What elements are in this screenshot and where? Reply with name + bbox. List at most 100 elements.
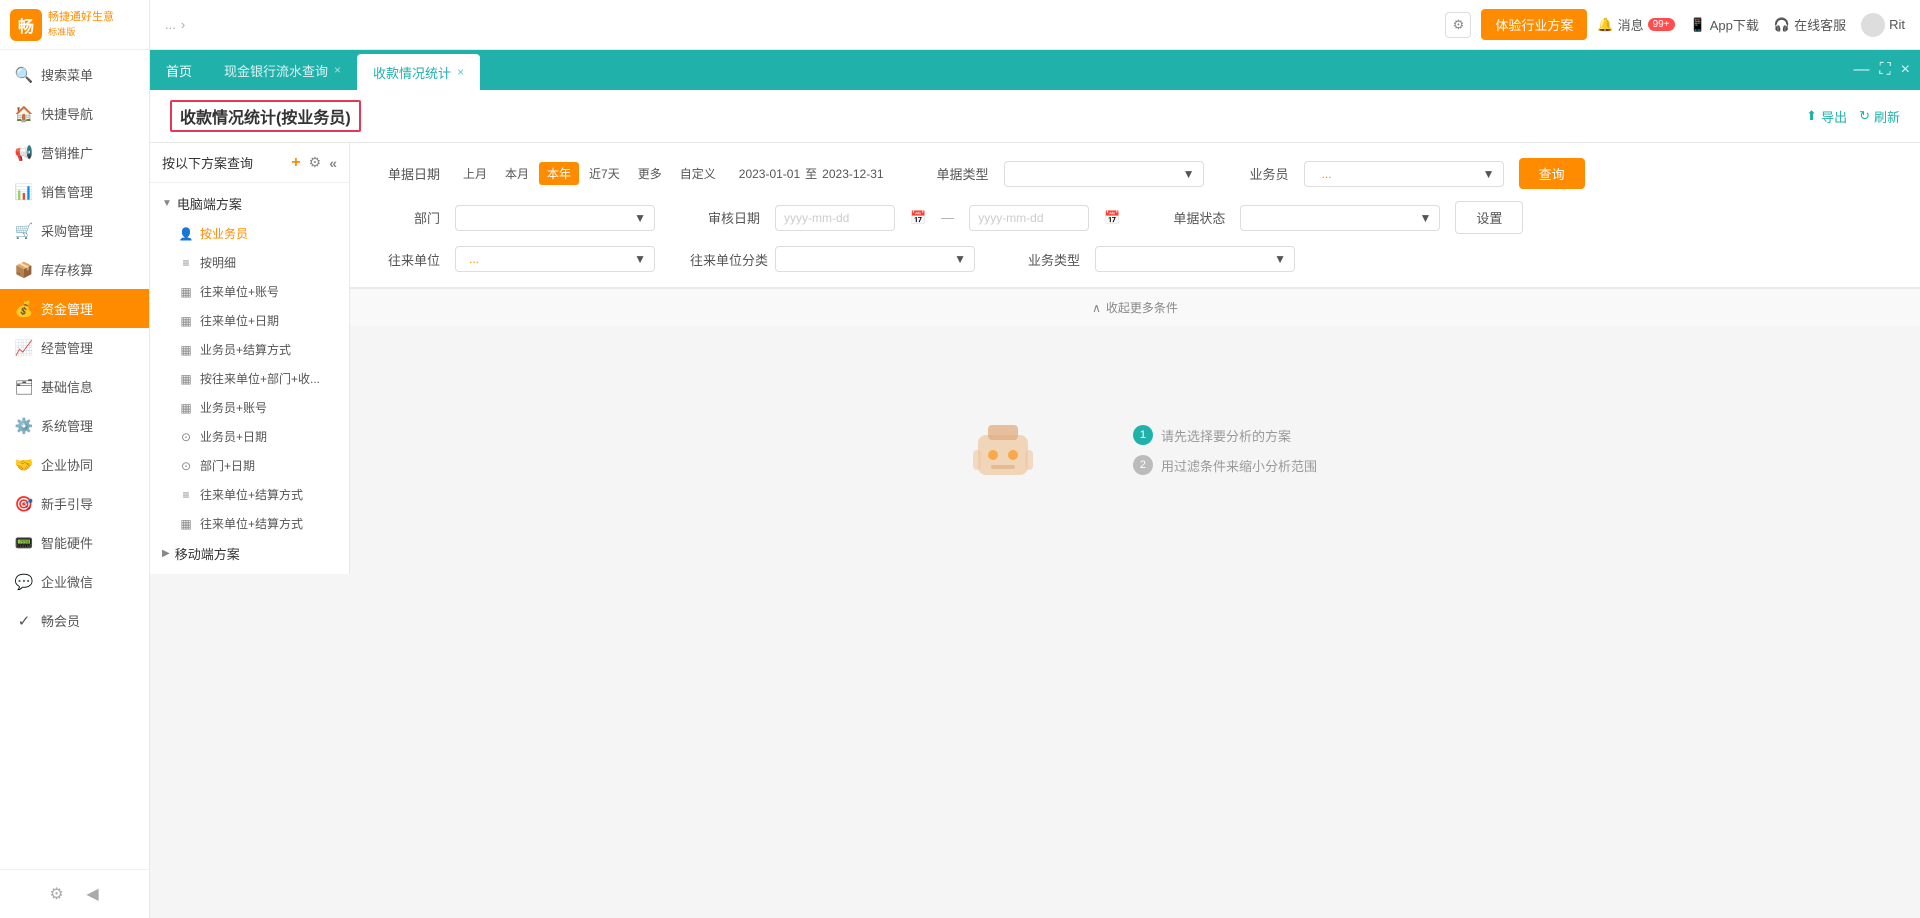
filter-row-1: 单据日期 上月本月本年近7天更多自定义 2023-01-01 至 2023-12…: [370, 158, 1900, 189]
scheme-item-partner_date[interactable]: ▦往来单位+日期: [150, 306, 349, 335]
online-service-btn[interactable]: 🎧 在线客服: [1774, 15, 1846, 34]
empty-state: 1 请先选择要分析的方案 2 用过滤条件来缩小分析范围: [350, 326, 1920, 574]
tab-bank[interactable]: 现金银行流水查询×: [208, 50, 357, 90]
scheme-item-salesperson_date[interactable]: ⊙业务员+日期: [150, 422, 349, 451]
page-actions: ⬆ 导出 ↻ 刷新: [1806, 107, 1900, 126]
filter-row-2: 部门 ▼ 审核日期 yyyy-mm-dd 📅 — yyyy-mm-dd: [370, 201, 1900, 234]
scheme-item-partner_settle2[interactable]: ▦往来单位+结算方式: [150, 509, 349, 538]
export-icon: ⬆: [1806, 108, 1817, 124]
tab-close-receipt[interactable]: ×: [457, 65, 464, 79]
scheme-icon-by_salesperson: 👤: [178, 226, 194, 242]
salesperson-more[interactable]: ...: [1322, 167, 1332, 181]
maximize-btn[interactable]: ⛶: [1879, 61, 1890, 79]
query-btn[interactable]: 查询: [1519, 158, 1585, 189]
salesperson-select[interactable]: ... ▼: [1304, 161, 1504, 187]
nav-icon-sales: 📊: [15, 183, 33, 201]
sidebar-item-wechat[interactable]: 💬企业微信: [0, 562, 149, 601]
mobile-scheme-title[interactable]: ▶移动端方案: [150, 538, 349, 569]
tab-close-bank[interactable]: ×: [334, 63, 341, 77]
date-dash: —: [941, 210, 954, 225]
date-tab-this_year[interactable]: 本年: [539, 162, 579, 185]
sidebar-item-system[interactable]: ⚙️系统管理: [0, 406, 149, 445]
step-2-text: 用过滤条件来缩小分析范围: [1161, 456, 1317, 475]
sidebar-item-inventory[interactable]: 📦库存核算: [0, 250, 149, 289]
desktop-scheme-title[interactable]: ▼电脑端方案: [150, 188, 349, 219]
add-scheme-btn[interactable]: +: [291, 154, 300, 172]
scheme-icon-partner_account: ▦: [178, 284, 194, 300]
doc-status-select[interactable]: ▼: [1240, 205, 1440, 231]
collapse-icon: ∧: [1092, 301, 1101, 315]
biz-type-select[interactable]: ▼: [1095, 246, 1295, 272]
window-close-btn[interactable]: ×: [1901, 61, 1910, 79]
tabs-window-controls: — ⛶ ×: [1853, 61, 1920, 79]
sidebar-item-guide[interactable]: 🎯新手引导: [0, 484, 149, 523]
export-btn[interactable]: ⬆ 导出: [1806, 107, 1847, 126]
sidebar-item-finance[interactable]: 💰资金管理: [0, 289, 149, 328]
nav-label-hardware: 智能硬件: [41, 533, 93, 552]
nav-label-system: 系统管理: [41, 416, 93, 435]
nav-icon-hardware: 📟: [15, 534, 33, 552]
scheme-settings-icon[interactable]: ⚙: [309, 154, 322, 171]
calendar-icon-from[interactable]: 📅: [910, 210, 926, 226]
scheme-item-partner_dept[interactable]: ▦按往来单位+部门+收...: [150, 364, 349, 393]
calendar-icon-to[interactable]: 📅: [1104, 210, 1120, 226]
doc-type-select[interactable]: ▼: [1004, 161, 1204, 187]
refresh-btn[interactable]: ↻ 刷新: [1859, 107, 1900, 126]
scheme-item-by_detail[interactable]: ≡按明细: [150, 248, 349, 277]
scheme-item-by_salesperson[interactable]: 👤按业务员: [150, 219, 349, 248]
date-range: 2023-01-01 至 2023-12-31: [739, 165, 884, 182]
sidebar-item-marketing[interactable]: 📢营销推广: [0, 133, 149, 172]
review-date-from[interactable]: yyyy-mm-dd: [775, 205, 895, 231]
date-tab-custom[interactable]: 自定义: [672, 162, 724, 185]
scheme-label-by_detail: 按明细: [200, 254, 236, 271]
collapse-sidebar-btn[interactable]: ◀: [79, 880, 107, 908]
sidebar-item-member[interactable]: ✓畅会员: [0, 601, 149, 640]
sidebar-item-search[interactable]: 🔍搜索菜单: [0, 55, 149, 94]
scheme-item-partner_account[interactable]: ▦往来单位+账号: [150, 277, 349, 306]
date-tab-more[interactable]: 更多: [630, 162, 670, 185]
user-name[interactable]: Rit: [1861, 13, 1905, 37]
scheme-item-dept_date[interactable]: ⊙部门+日期: [150, 451, 349, 480]
minimize-btn[interactable]: —: [1853, 61, 1869, 79]
tab-receipt[interactable]: 收款情况统计×: [357, 54, 480, 90]
sidebar-item-operation[interactable]: 📈经营管理: [0, 328, 149, 367]
date-tab-this_month[interactable]: 本月: [497, 162, 537, 185]
right-content: 单据日期 上月本月本年近7天更多自定义 2023-01-01 至 2023-12…: [350, 143, 1920, 574]
date-tab-last_month[interactable]: 上月: [455, 162, 495, 185]
set-btn[interactable]: 设置: [1455, 201, 1523, 234]
scheme-icon-salesperson_account: ▦: [178, 400, 194, 416]
sidebar-item-hardware[interactable]: 📟 智能硬件: [0, 523, 149, 562]
sidebar-item-sales[interactable]: 📊 销售管理: [0, 172, 149, 211]
empty-step-2: 2 用过滤条件来缩小分析范围: [1133, 455, 1317, 475]
review-date-to-value: yyyy-mm-dd: [978, 211, 1043, 225]
app-download-btn[interactable]: 📱 App下载: [1690, 15, 1759, 34]
sidebar-item-purchase[interactable]: 🛒采购管理: [0, 211, 149, 250]
salesperson-chevron: ▼: [1483, 167, 1495, 181]
partner-select[interactable]: ... ▼: [455, 246, 655, 272]
scheme-item-salesperson_account[interactable]: ▦ 业务员+账号: [150, 393, 349, 422]
collapse-panel-icon[interactable]: «: [329, 155, 337, 171]
nav-label-operation: 经营管理: [41, 338, 93, 357]
trial-btn[interactable]: 体验行业方案: [1481, 9, 1587, 40]
sidebar-item-quick[interactable]: 🏠快捷导航: [0, 94, 149, 133]
date-label: 单据日期: [370, 164, 440, 183]
sidebar-item-enterprise[interactable]: 🤝企业协同: [0, 445, 149, 484]
sidebar-item-basic[interactable]: 🗂基础信息: [0, 367, 149, 406]
collapse-bar[interactable]: ∧ 收起更多条件: [350, 288, 1920, 326]
scheme-item-partner_settle1[interactable]: ≡往来单位+结算方式: [150, 480, 349, 509]
nav-label-wechat: 企业微信: [41, 572, 93, 591]
tab-home[interactable]: 首页: [150, 50, 208, 90]
nav-label-sales: 销售管理: [41, 182, 93, 201]
doc-type-chevron: ▼: [1183, 167, 1195, 181]
scheme-label-salesperson_account: 业务员+账号: [200, 399, 267, 416]
nav-icon-guide: 🎯: [15, 495, 33, 513]
partner-more[interactable]: ...: [469, 252, 479, 266]
date-tab-last7[interactable]: 近7天: [581, 162, 628, 185]
settings-bottom-btn[interactable]: ⚙: [43, 880, 71, 908]
scheme-item-salesperson_settle[interactable]: ▦业务员+结算方式: [150, 335, 349, 364]
dept-select[interactable]: ▼: [455, 205, 655, 231]
notification-btn[interactable]: 🔔 消息 99+: [1597, 15, 1674, 34]
review-date-to[interactable]: yyyy-mm-dd: [969, 205, 1089, 231]
topbar-settings-icon[interactable]: ⚙: [1445, 12, 1471, 38]
partner-category-select[interactable]: ▼: [775, 246, 975, 272]
